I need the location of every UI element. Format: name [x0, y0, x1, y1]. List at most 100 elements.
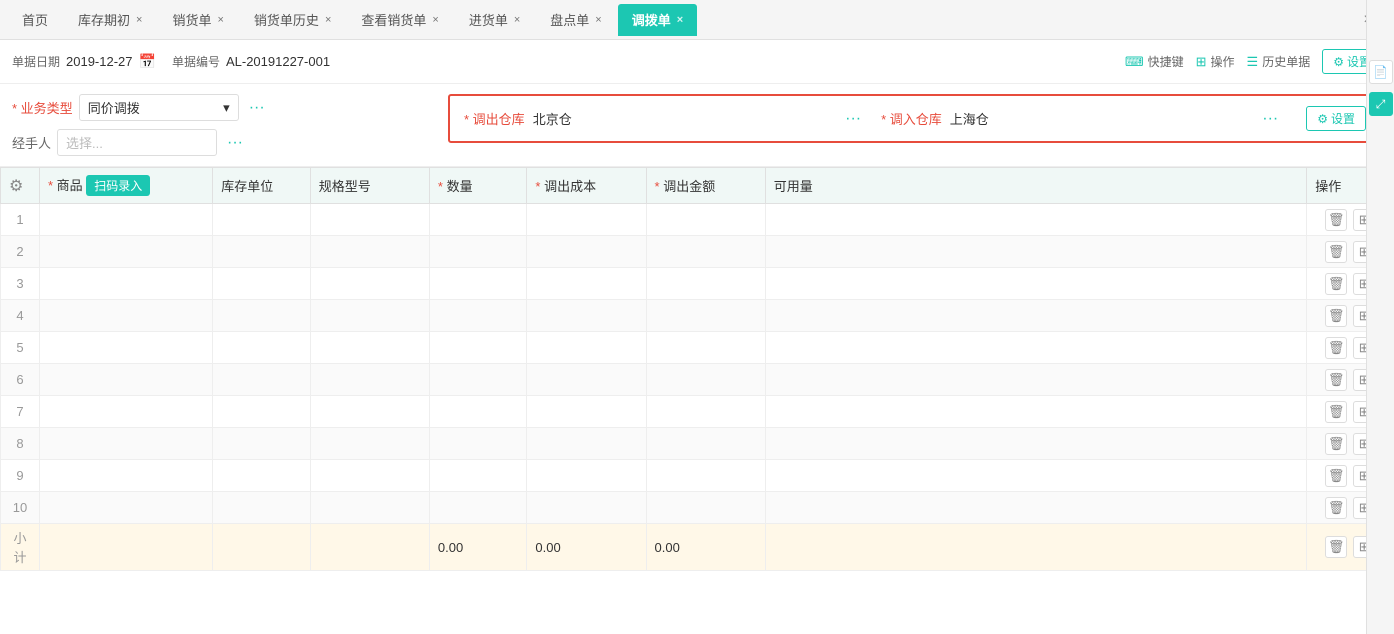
cell-amount[interactable]	[646, 460, 765, 492]
cell-amount[interactable]	[646, 300, 765, 332]
warehouse-in-label: 调入仓库	[881, 109, 942, 128]
tab-home[interactable]: 首页	[8, 4, 62, 36]
cell-product[interactable]	[39, 204, 212, 236]
handler-select[interactable]: 选择...	[57, 129, 217, 156]
cell-qty[interactable]	[429, 332, 526, 364]
cell-qty[interactable]	[429, 396, 526, 428]
sidebar-expand-button[interactable]: ⤢	[1369, 92, 1393, 116]
row-number: 10	[1, 492, 40, 524]
delete-row-button[interactable]: 🗑	[1325, 465, 1347, 487]
biz-type-select[interactable]: 同价调拨 ▾	[79, 94, 239, 121]
cell-amount[interactable]	[646, 364, 765, 396]
tab-inventory-init[interactable]: 库存期初 ×	[64, 4, 156, 36]
cell-cost[interactable]	[527, 300, 646, 332]
shortcut-action[interactable]: ⌨ 快捷键	[1125, 53, 1184, 70]
cell-unit	[213, 524, 310, 571]
cell-qty[interactable]	[429, 236, 526, 268]
cell-amount[interactable]	[646, 204, 765, 236]
cell-cost[interactable]	[527, 204, 646, 236]
tab-stocktake[interactable]: 盘点单 ×	[536, 4, 615, 36]
cell-product[interactable]	[39, 396, 212, 428]
biz-type-value: 同价调拨	[88, 98, 140, 117]
cell-product[interactable]	[39, 428, 212, 460]
history-icon: ☰	[1247, 54, 1259, 70]
cell-product[interactable]	[39, 524, 212, 571]
tab-close-view-sales[interactable]: ×	[432, 14, 438, 26]
cell-qty[interactable]	[429, 364, 526, 396]
delete-row-button[interactable]: 🗑	[1325, 433, 1347, 455]
delete-row-button[interactable]: 🗑	[1325, 369, 1347, 391]
delete-row-button[interactable]: 🗑	[1325, 536, 1347, 558]
delete-row-button[interactable]: 🗑	[1325, 209, 1347, 231]
warehouse-out-more[interactable]: ···	[845, 110, 861, 128]
warehouse-setting-button[interactable]: ⚙ 设置	[1306, 106, 1366, 131]
operate-action[interactable]: ⊞ 操作	[1196, 53, 1235, 70]
delete-row-button[interactable]: 🗑	[1325, 305, 1347, 327]
cell-qty[interactable]	[429, 204, 526, 236]
tab-purchase[interactable]: 进货单 ×	[455, 4, 534, 36]
cell-amount[interactable]	[646, 396, 765, 428]
cell-amount[interactable]	[646, 236, 765, 268]
biz-type-label: 业务类型	[12, 98, 73, 117]
gear-icon[interactable]: ⚙	[9, 178, 23, 195]
cell-product[interactable]	[39, 236, 212, 268]
doc-label: 单据编号	[172, 53, 220, 70]
cell-cost[interactable]	[527, 492, 646, 524]
delete-row-button[interactable]: 🗑	[1325, 401, 1347, 423]
tab-close-purchase[interactable]: ×	[514, 14, 520, 26]
cell-cost[interactable]	[527, 236, 646, 268]
cell-product[interactable]	[39, 460, 212, 492]
row-number: 小计	[1, 524, 40, 571]
delete-row-button[interactable]: 🗑	[1325, 241, 1347, 263]
cell-amount[interactable]	[646, 492, 765, 524]
tab-sales-history[interactable]: 销货单历史 ×	[240, 4, 345, 36]
row-number: 3	[1, 268, 40, 300]
cell-cost[interactable]	[527, 268, 646, 300]
cell-amount[interactable]	[646, 268, 765, 300]
cell-cost[interactable]	[527, 332, 646, 364]
cell-cost[interactable]	[527, 460, 646, 492]
tab-close-transfer[interactable]: ×	[677, 14, 683, 26]
tab-close-stocktake[interactable]: ×	[595, 14, 601, 26]
delete-row-button[interactable]: 🗑	[1325, 497, 1347, 519]
cell-qty[interactable]	[429, 268, 526, 300]
cell-product[interactable]	[39, 332, 212, 364]
biz-type-more[interactable]: ···	[249, 99, 265, 117]
delete-row-button[interactable]: 🗑	[1325, 273, 1347, 295]
cell-cost[interactable]: 0.00	[527, 524, 646, 571]
cell-amount[interactable]	[646, 428, 765, 460]
cell-product[interactable]	[39, 492, 212, 524]
cell-qty[interactable]	[429, 300, 526, 332]
sidebar-doc-button[interactable]: 📄	[1369, 60, 1393, 84]
cell-amount[interactable]: 0.00	[646, 524, 765, 571]
tab-close-inventory-init[interactable]: ×	[136, 14, 142, 26]
cell-qty[interactable]	[429, 428, 526, 460]
tab-transfer[interactable]: 调拨单 ×	[618, 4, 697, 36]
row-number: 2	[1, 236, 40, 268]
cell-unit	[213, 364, 310, 396]
calendar-icon[interactable]: 📅	[139, 53, 156, 70]
cell-product[interactable]	[39, 268, 212, 300]
cell-qty[interactable]	[429, 460, 526, 492]
handler-more[interactable]: ···	[227, 134, 243, 152]
cell-cost[interactable]	[527, 364, 646, 396]
cell-qty[interactable]	[429, 492, 526, 524]
warehouse-in-more[interactable]: ···	[1262, 110, 1278, 128]
cell-product[interactable]	[39, 300, 212, 332]
tab-close-sales-history[interactable]: ×	[325, 14, 331, 26]
biz-type-row: 业务类型 同价调拨 ▾ ···	[12, 94, 432, 121]
cell-available	[765, 268, 1307, 300]
tab-close-sales-order[interactable]: ×	[217, 14, 223, 26]
cell-amount[interactable]	[646, 332, 765, 364]
tab-view-sales[interactable]: 查看销货单 ×	[347, 4, 452, 36]
cell-available	[765, 236, 1307, 268]
cell-available	[765, 524, 1307, 571]
cell-cost[interactable]	[527, 428, 646, 460]
delete-row-button[interactable]: 🗑	[1325, 337, 1347, 359]
cell-product[interactable]	[39, 364, 212, 396]
cell-cost[interactable]	[527, 396, 646, 428]
cell-qty[interactable]: 0.00	[429, 524, 526, 571]
scan-button[interactable]: 扫码录入	[86, 175, 150, 196]
history-action[interactable]: ☰ 历史单据	[1247, 53, 1311, 70]
tab-sales-order[interactable]: 销货单 ×	[158, 4, 237, 36]
